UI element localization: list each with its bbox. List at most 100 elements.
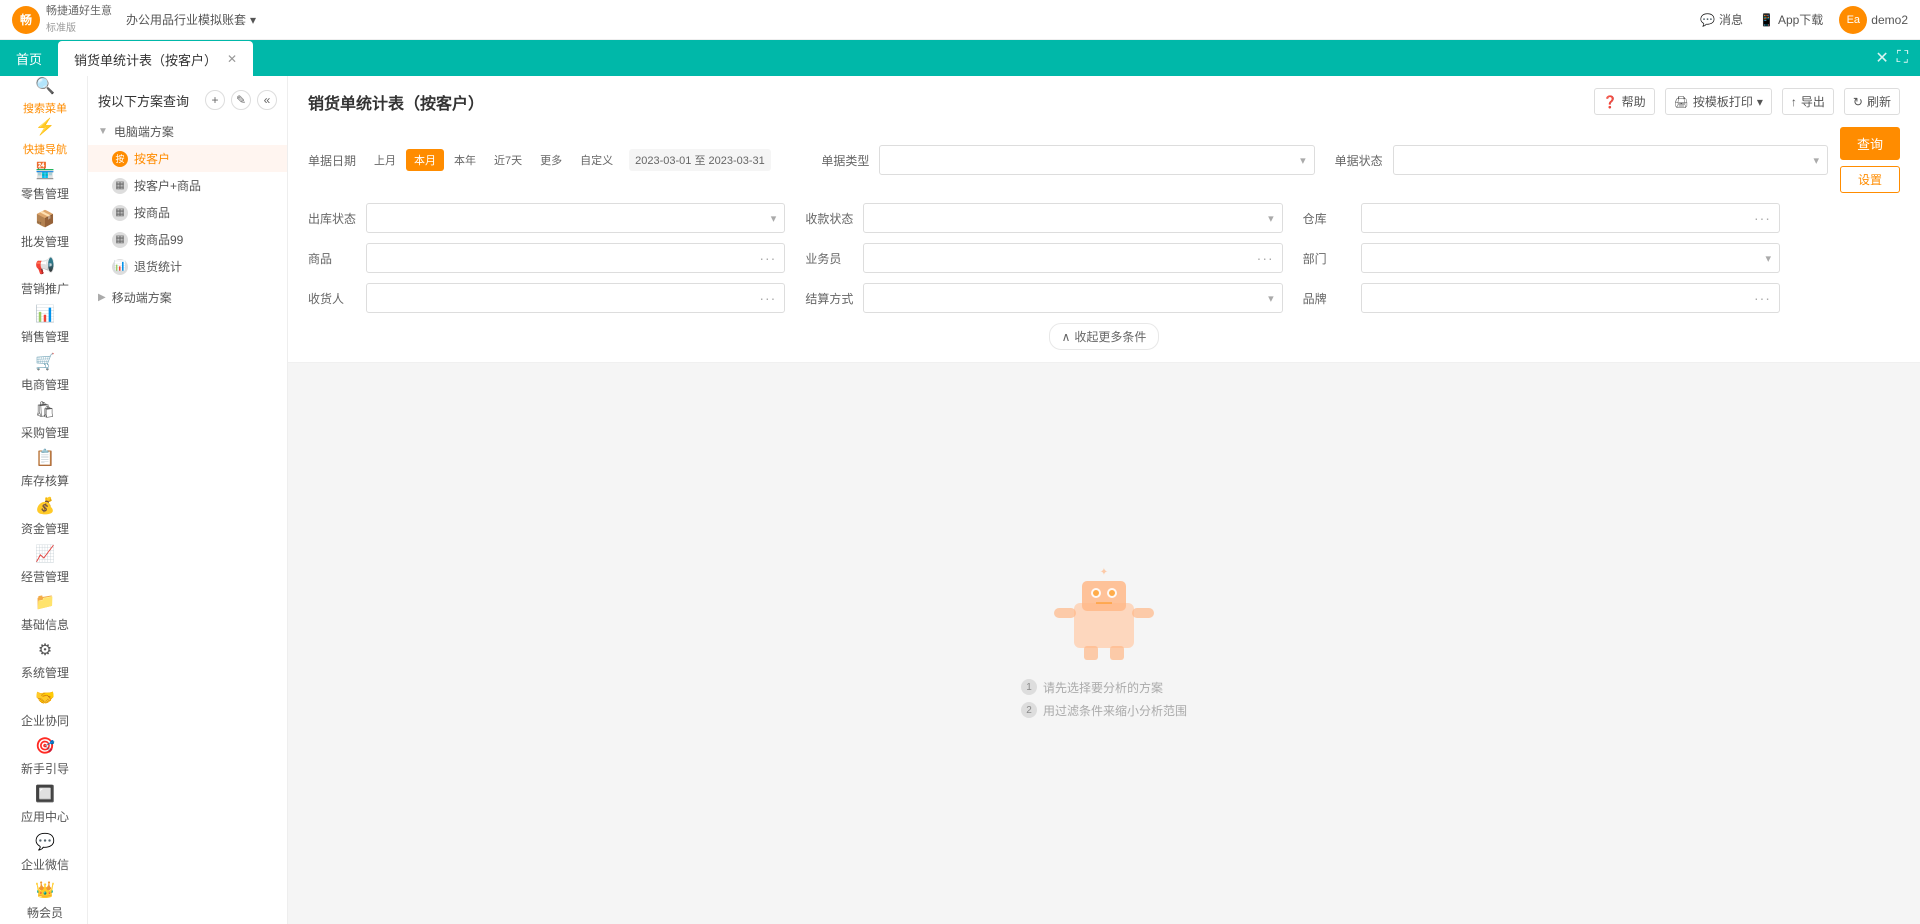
main-layout: 🔍 搜索菜单 ⚡ 快捷导航 🏪 零售管理 📦 批发管理 📢 营销推广 📊 销售管… xyxy=(0,76,1920,924)
hint-text-2: 用过滤条件来缩小分析范围 xyxy=(1043,702,1187,719)
collapse-label: 收起更多条件 xyxy=(1074,328,1146,345)
warehouse-control[interactable]: ··· xyxy=(1361,203,1780,233)
dept-label: 部门 xyxy=(1303,250,1353,267)
sidebar-item-basic[interactable]: 📁 基础信息 xyxy=(0,589,87,637)
print-btn[interactable]: 🖨 按模板打印 ▾ xyxy=(1665,88,1772,115)
sidebar-item-marketing[interactable]: 📢 营销推广 xyxy=(0,253,87,301)
sidebar-item-newbie[interactable]: 🎯 新手引导 xyxy=(0,732,87,780)
page-actions: ❓ 帮助 🖨 按模板打印 ▾ ↑ 导出 ↻ 刷新 xyxy=(1594,88,1900,115)
sidebar-item-purchase[interactable]: 🛍 采购管理 xyxy=(0,397,87,445)
scheme-group-desktop: ▼ 电脑端方案 按 按客户 ▦ 按客户+商品 ▦ 按商品 ▦ 按商品99 📊 退… xyxy=(88,116,287,282)
ecommerce-icon: 🛒 xyxy=(35,352,55,372)
goods-control[interactable]: ··· xyxy=(366,243,785,273)
finance-icon: 💰 xyxy=(35,496,55,516)
sidebar-item-basic-label: 基础信息 xyxy=(21,616,69,633)
tab-close-window-icon[interactable]: ✕ xyxy=(1875,48,1888,68)
purchase-icon: 🛍 xyxy=(35,400,55,420)
sidebar-item-quick-nav[interactable]: ⚡ 快捷导航 xyxy=(0,117,87,158)
scheme-item-by-customer[interactable]: 按 按客户 xyxy=(88,145,287,172)
help-btn[interactable]: ❓ 帮助 xyxy=(1594,88,1655,115)
dept-control[interactable]: ▾ xyxy=(1361,243,1780,273)
out-status-control[interactable]: ▾ xyxy=(366,203,785,233)
date-tab-more[interactable]: 更多 xyxy=(532,149,570,171)
sidebar-item-enterprise[interactable]: 🤝 企业协同 xyxy=(0,684,87,732)
message-btn[interactable]: 💬 消息 xyxy=(1700,11,1743,28)
top-header: 畅 畅捷通好生意 标准版 办公用品行业模拟账套 ▾ 💬 消息 📱 App下载 E… xyxy=(0,0,1920,40)
tab-sales-stat[interactable]: 销货单统计表（按客户） ✕ xyxy=(58,41,253,77)
scheme-by-goods-icon: ▦ xyxy=(112,205,128,221)
sidebar-item-inventory[interactable]: 📋 库存核算 xyxy=(0,445,87,493)
inventory-icon: 📋 xyxy=(35,448,55,468)
receiver-control[interactable]: ··· xyxy=(366,283,785,313)
sidebar-item-sales-mgmt[interactable]: 📊 销售管理 xyxy=(0,301,87,349)
sidebar-item-wechat-label: 企业微信 xyxy=(21,856,69,873)
export-icon: ↑ xyxy=(1791,95,1797,109)
empty-hint-1: 1 请先选择要分析的方案 xyxy=(1021,679,1187,696)
message-icon: 💬 xyxy=(1700,13,1715,27)
scheme-item-by-goods[interactable]: ▦ 按商品 xyxy=(88,199,287,226)
scheme-item-by-customer-goods[interactable]: ▦ 按客户+商品 xyxy=(88,172,287,199)
tab-home[interactable]: 首页 xyxy=(0,40,58,76)
hint-text-1: 请先选择要分析的方案 xyxy=(1043,679,1163,696)
date-tab-this-year[interactable]: 本年 xyxy=(446,149,484,171)
app-download-btn[interactable]: 📱 App下载 xyxy=(1759,11,1823,28)
member-icon: 👑 xyxy=(35,880,55,900)
sidebar-item-ecommerce[interactable]: 🛒 电商管理 xyxy=(0,349,87,397)
collapse-up-icon: ∧ xyxy=(1062,330,1071,344)
sidebar-item-finance-label: 资金管理 xyxy=(21,520,69,537)
tab-close-icon[interactable]: ✕ xyxy=(227,52,237,66)
sidebar-item-search[interactable]: 🔍 搜索菜单 xyxy=(0,76,87,117)
sidebar-item-member[interactable]: 👑 畅会员 xyxy=(0,876,87,924)
sidebar-item-search-label: 搜索菜单 xyxy=(23,100,67,116)
add-scheme-btn[interactable]: + xyxy=(205,90,225,110)
scheme-by-customer-goods-label: 按客户+商品 xyxy=(134,177,201,194)
query-btn[interactable]: 查询 xyxy=(1840,127,1900,160)
payment-status-control[interactable]: ▾ xyxy=(863,203,1282,233)
date-range-input[interactable]: 2023-03-01 至 2023-03-31 xyxy=(629,149,771,171)
settlement-control[interactable]: ▾ xyxy=(863,283,1282,313)
doc-type-arrow-icon: ▾ xyxy=(1300,154,1306,167)
sidebar-item-apps[interactable]: 🔲 应用中心 xyxy=(0,780,87,828)
scheme-by-goods-99-icon: ▦ xyxy=(112,232,128,248)
sidebar-item-wechat[interactable]: 💬 企业微信 xyxy=(0,828,87,876)
collapse-panel-btn[interactable]: « xyxy=(257,90,277,110)
export-btn[interactable]: ↑ 导出 xyxy=(1782,88,1834,115)
sidebar-item-purchase-label: 采购管理 xyxy=(21,424,69,441)
user-area[interactable]: Ea demo2 xyxy=(1839,6,1908,34)
doc-type-control[interactable]: ▾ xyxy=(879,145,1314,175)
help-label: 帮助 xyxy=(1622,93,1646,110)
collapse-btn[interactable]: ∧ 收起更多条件 xyxy=(1049,323,1160,350)
sidebar-item-wholesale[interactable]: 📦 批发管理 xyxy=(0,205,87,253)
scheme-item-by-goods-99[interactable]: ▦ 按商品99 xyxy=(88,226,287,253)
doc-status-control[interactable]: ▾ xyxy=(1393,145,1828,175)
filter-doc-status-item: 单据状态 ▾ xyxy=(1335,145,1828,175)
wholesale-icon: 📦 xyxy=(35,209,55,229)
edit-scheme-btn[interactable]: ✎ xyxy=(231,90,251,110)
sidebar-item-operation[interactable]: 📈 经营管理 xyxy=(0,541,87,589)
filter-salesman-item: 业务员 ··· xyxy=(805,243,1282,273)
scheme-item-return-stat[interactable]: 📊 退货统计 xyxy=(88,253,287,280)
print-arrow-icon: ▾ xyxy=(1757,95,1763,109)
tab-maximize-icon[interactable]: ⛶ xyxy=(1897,49,1908,67)
scheme-group-mobile-title[interactable]: ▶ 移动端方案 xyxy=(88,284,287,311)
date-tab-this-month[interactable]: 本月 xyxy=(406,149,444,171)
warehouse-dots-icon: ··· xyxy=(1754,210,1771,226)
sidebar-item-finance[interactable]: 💰 资金管理 xyxy=(0,493,87,541)
brand-control[interactable]: ··· xyxy=(1361,283,1780,313)
salesman-control[interactable]: ··· xyxy=(863,243,1282,273)
date-tab-custom[interactable]: 自定义 xyxy=(572,149,621,171)
scheme-group-desktop-title[interactable]: ▼ 电脑端方案 xyxy=(88,118,287,145)
date-tab-last-7[interactable]: 近7天 xyxy=(486,149,530,171)
scheme-group-desktop-label: 电脑端方案 xyxy=(114,123,174,140)
sidebar-item-system[interactable]: ⚙ 系统管理 xyxy=(0,637,87,685)
settings-btn[interactable]: 设置 xyxy=(1840,166,1900,193)
sidebar-item-retail[interactable]: 🏪 零售管理 xyxy=(0,157,87,205)
company-selector[interactable]: 办公用品行业模拟账套 ▾ xyxy=(120,9,262,30)
print-icon: 🖨 xyxy=(1674,95,1689,109)
sidebar-item-enterprise-label: 企业协同 xyxy=(21,712,69,729)
scheme-by-goods-label: 按商品 xyxy=(134,204,170,221)
refresh-btn[interactable]: ↻ 刷新 xyxy=(1844,88,1900,115)
doc-status-arrow-icon: ▾ xyxy=(1813,154,1819,167)
date-tab-last-month[interactable]: 上月 xyxy=(366,149,404,171)
group-expand-icon: ▼ xyxy=(98,126,108,137)
